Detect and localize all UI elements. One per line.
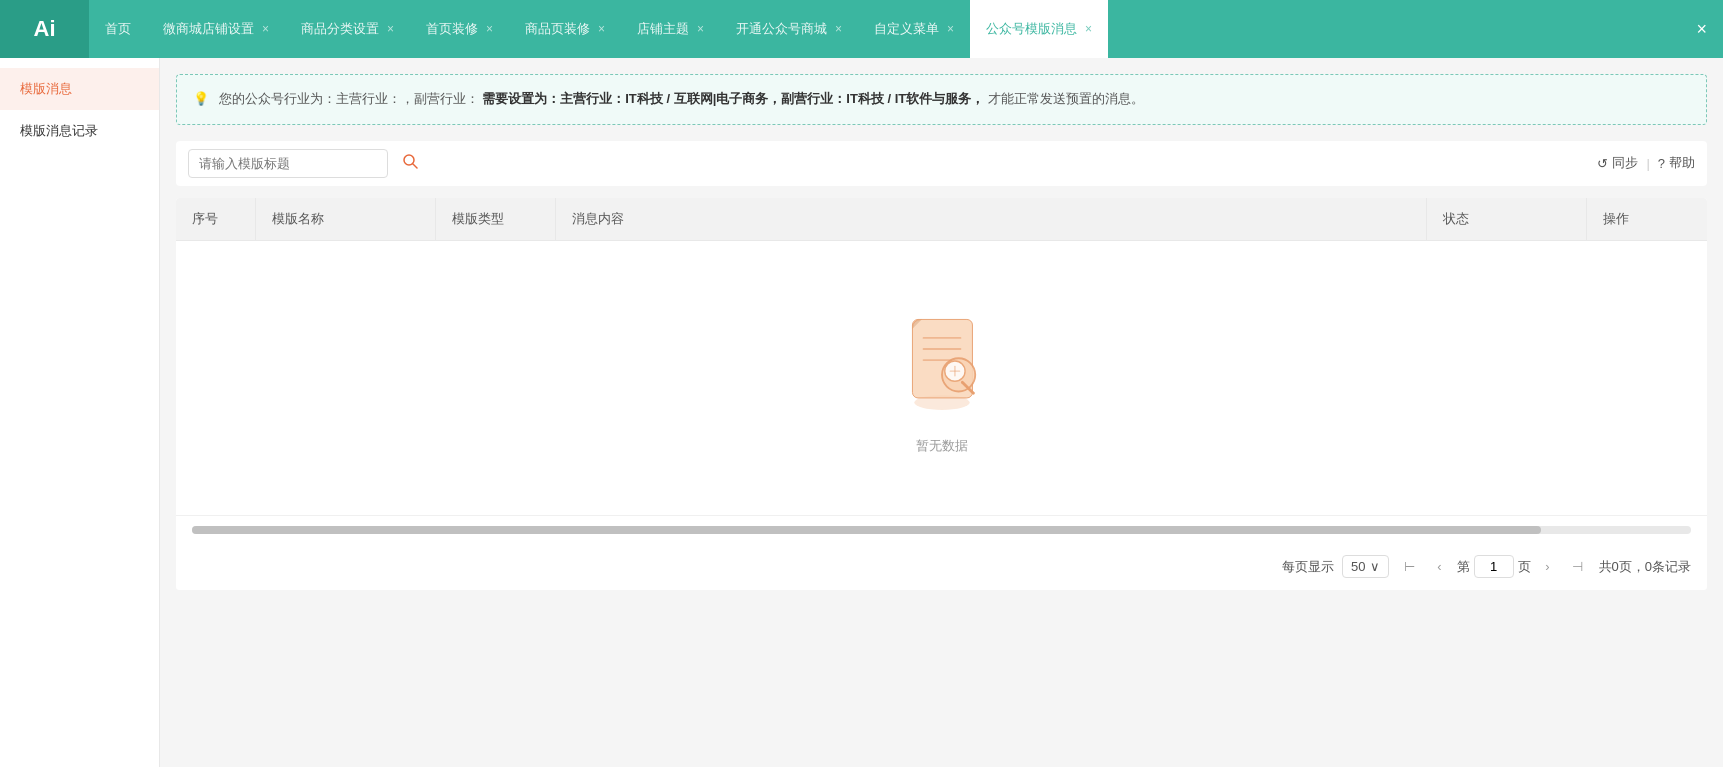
- bulb-icon: 💡: [193, 91, 209, 106]
- close-tab-category-settings[interactable]: ×: [387, 22, 394, 36]
- main-content: 💡 您的公众号行业为：主营行业：，副营行业： 需要设置为：主营行业：IT科技 /…: [160, 58, 1723, 767]
- nav-tab-open-mall[interactable]: 开通公众号商城 ×: [720, 0, 858, 58]
- current-page-input[interactable]: [1474, 555, 1514, 578]
- first-page-button[interactable]: ⊢: [1397, 554, 1423, 580]
- action-divider: |: [1646, 156, 1649, 171]
- close-all-tabs-button[interactable]: ×: [1680, 19, 1723, 40]
- nav-tab-product-decor[interactable]: 商品页装修 ×: [509, 0, 621, 58]
- close-tab-shop-settings[interactable]: ×: [262, 22, 269, 36]
- close-tab-template-message[interactable]: ×: [1085, 22, 1092, 36]
- page-label-post: 页: [1518, 558, 1531, 576]
- horizontal-scrollbar-area: [176, 515, 1707, 544]
- main-layout: 模版消息 模版消息记录 💡 您的公众号行业为：主营行业：，副营行业： 需要设置为…: [0, 58, 1723, 767]
- help-button[interactable]: ? 帮助: [1658, 154, 1695, 172]
- sidebar-item-template-message[interactable]: 模版消息: [0, 68, 159, 110]
- nav-tab-store-theme[interactable]: 店铺主题 ×: [621, 0, 720, 58]
- page-label-pre: 第: [1457, 558, 1470, 576]
- col-type: 模版类型: [436, 198, 556, 240]
- pagination: 每页显示 50 ∨ ⊢ ‹ 第 页 › ⊣ 共0页，0条记录: [176, 544, 1707, 590]
- close-tab-store-theme[interactable]: ×: [697, 22, 704, 36]
- nav-tab-home[interactable]: 首页: [89, 0, 147, 58]
- app-logo: Ai: [0, 0, 89, 58]
- sync-button[interactable]: ↺ 同步: [1597, 154, 1638, 172]
- page-size-select[interactable]: 50 ∨: [1342, 555, 1388, 578]
- close-tab-home-decor[interactable]: ×: [486, 22, 493, 36]
- search-toolbar: ↺ 同步 | ? 帮助: [176, 141, 1707, 186]
- table-header: 序号 模版名称 模版类型 消息内容 状态 操作: [176, 198, 1707, 241]
- template-table: 序号 模版名称 模版类型 消息内容 状态 操作: [176, 198, 1707, 590]
- pagination-nav: ⊢ ‹ 第 页 › ⊣: [1397, 554, 1591, 580]
- sidebar-item-template-message-log[interactable]: 模版消息记录: [0, 110, 159, 152]
- empty-state: 暂无数据: [176, 241, 1707, 515]
- col-index: 序号: [176, 198, 256, 240]
- search-input[interactable]: [188, 149, 388, 178]
- col-action: 操作: [1587, 198, 1707, 240]
- empty-illustration: [882, 301, 1002, 421]
- nav-tab-template-message[interactable]: 公众号模版消息 ×: [970, 0, 1108, 58]
- industry-notice: 💡 您的公众号行业为：主营行业：，副营行业： 需要设置为：主营行业：IT科技 /…: [176, 74, 1707, 125]
- toolbar-actions: ↺ 同步 | ? 帮助: [1597, 154, 1695, 172]
- close-tab-product-decor[interactable]: ×: [598, 22, 605, 36]
- sync-icon: ↺: [1597, 156, 1608, 171]
- nav-tab-category-settings[interactable]: 商品分类设置 ×: [285, 0, 410, 58]
- close-tab-custom-menu[interactable]: ×: [947, 22, 954, 36]
- search-area: [188, 149, 426, 178]
- col-content: 消息内容: [556, 198, 1427, 240]
- help-icon: ?: [1658, 156, 1665, 171]
- nav-tab-list: 首页 微商城店铺设置 × 商品分类设置 × 首页装修 × 商品页装修 × 店铺主…: [89, 0, 1680, 58]
- search-button[interactable]: [394, 149, 426, 177]
- next-page-button[interactable]: ›: [1535, 554, 1561, 580]
- scrollbar-thumb: [192, 526, 1541, 534]
- close-tab-open-mall[interactable]: ×: [835, 22, 842, 36]
- nav-tab-shop-settings[interactable]: 微商城店铺设置 ×: [147, 0, 285, 58]
- empty-text: 暂无数据: [916, 437, 968, 455]
- per-page-label: 每页显示: [1282, 558, 1334, 576]
- horizontal-scrollbar[interactable]: [192, 526, 1691, 534]
- last-page-button[interactable]: ⊣: [1565, 554, 1591, 580]
- col-status: 状态: [1427, 198, 1587, 240]
- chevron-down-icon: ∨: [1370, 559, 1380, 574]
- svg-line-1: [413, 164, 417, 168]
- notice-bold-text: 需要设置为：主营行业：IT科技 / 互联网|电子商务，副营行业：IT科技 / I…: [482, 91, 984, 106]
- top-navigation: Ai 首页 微商城店铺设置 × 商品分类设置 × 首页装修 × 商品页装修 × …: [0, 0, 1723, 58]
- nav-tab-custom-menu[interactable]: 自定义菜单 ×: [858, 0, 970, 58]
- pagination-total: 共0页，0条记录: [1599, 558, 1691, 576]
- nav-tab-home-decor[interactable]: 首页装修 ×: [410, 0, 509, 58]
- col-name: 模版名称: [256, 198, 436, 240]
- prev-page-button[interactable]: ‹: [1427, 554, 1453, 580]
- sidebar: 模版消息 模版消息记录: [0, 58, 160, 767]
